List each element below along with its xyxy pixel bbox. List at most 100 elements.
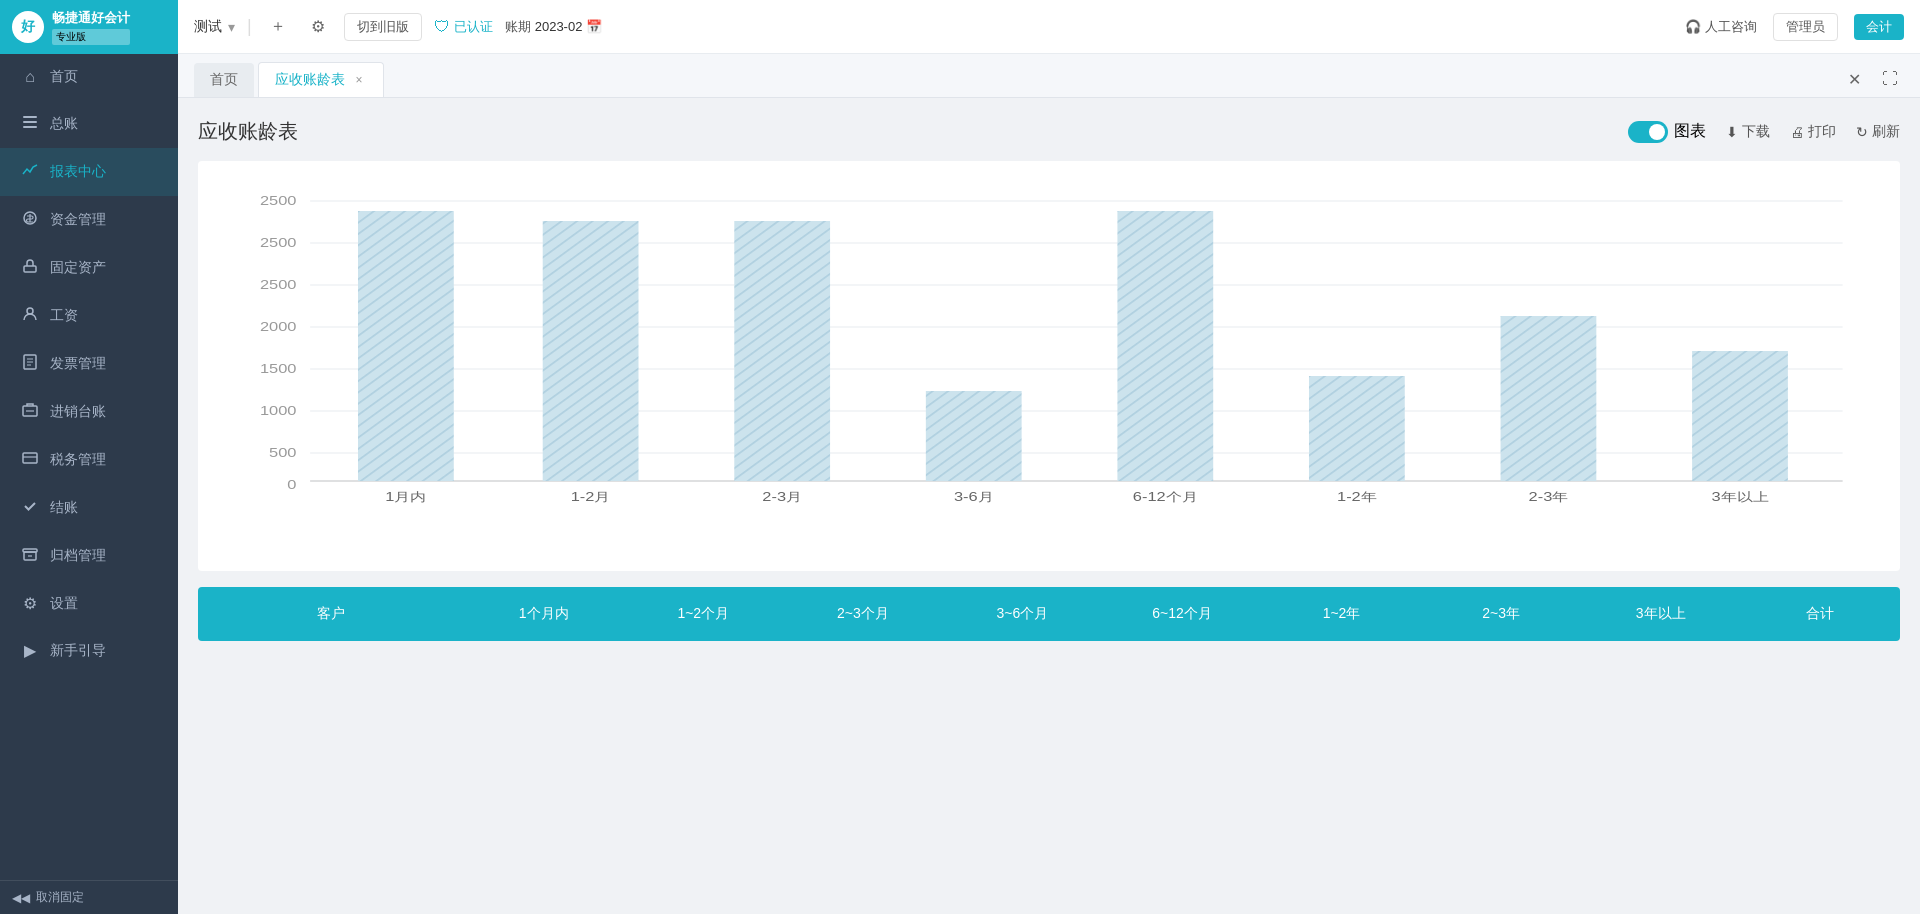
svg-text:2-3月: 2-3月 [762,490,802,503]
invoice-icon [20,354,40,374]
svg-text:2-3年: 2-3年 [1529,490,1569,503]
close-window-button[interactable]: ✕ [1840,65,1868,93]
col-header-1m: 1个月内 [464,587,624,641]
settings-gear-button[interactable]: ⚙ [304,13,332,41]
refresh-button[interactable]: ↻ 刷新 [1856,123,1900,141]
svg-text:1500: 1500 [260,362,297,375]
certified-badge: 🛡 已认证 [434,18,493,36]
download-icon: ⬇ [1726,124,1738,140]
sidebar-logo: 好 畅捷通好会计 专业版 [0,0,178,54]
svg-text:1000: 1000 [260,404,297,417]
logo-icon: 好 [12,11,44,43]
sidebar-item-settle[interactable]: 结账 [0,484,178,532]
content-area: 应收账龄表 图表 ⬇ 下载 🖨 打印 ↻ 刷新 [178,98,1920,914]
svg-rect-8 [23,453,37,463]
tax-icon [20,450,40,470]
svg-point-5 [27,308,33,314]
salary-icon [20,306,40,326]
col-header-2-3y: 2~3年 [1421,587,1581,641]
svg-text:3年以上: 3年以上 [1711,490,1768,503]
svg-rect-0 [23,116,37,118]
print-icon: 🖨 [1790,124,1804,140]
guide-icon: ▶ [20,641,40,660]
refresh-icon: ↻ [1856,124,1868,140]
svg-text:2500: 2500 [260,236,297,249]
add-module-button[interactable]: ＋ [264,13,292,41]
sidebar-item-finance[interactable]: 资金管理 [0,196,178,244]
sidebar-item-guide[interactable]: ▶ 新手引导 [0,627,178,674]
bar-3-6月 [926,391,1022,481]
sidebar-item-settings[interactable]: ⚙ 设置 [0,580,178,627]
col-header-2-3m: 2~3个月 [783,587,943,641]
bar-2-3月 [734,221,830,481]
sidebar-item-archive[interactable]: 归档管理 [0,532,178,580]
shield-icon: 🛡 [434,18,450,36]
sidebar-item-invoice[interactable]: 发票管理 [0,340,178,388]
role-button[interactable]: 会计 [1854,14,1904,40]
download-button[interactable]: ⬇ 下载 [1726,123,1770,141]
switch-version-button[interactable]: 切到旧版 [344,13,422,41]
svg-text:2500: 2500 [260,194,297,207]
svg-text:1月内: 1月内 [385,490,426,503]
page-title: 应收账龄表 [198,118,298,145]
bar-chart: 2500 2500 2500 2000 1500 1000 500 0 [228,181,1870,541]
headset-icon: 🎧 [1685,19,1701,34]
chart-toggle-switch[interactable] [1628,121,1668,143]
col-header-3y+: 3年以上 [1581,587,1741,641]
sidebar-item-salary[interactable]: 工资 [0,292,178,340]
svg-rect-1 [23,121,37,123]
settle-icon [20,498,40,518]
tab-home[interactable]: 首页 [194,63,254,97]
sidebar-item-tax[interactable]: 税务管理 [0,436,178,484]
logo-text: 畅捷通好会计 专业版 [52,9,130,45]
sidebar-item-reports[interactable]: 报表中心 [0,148,178,196]
topbar: 测试 ▾ | ＋ ⚙ 切到旧版 🛡 已认证 账期 2023-02 📅 🎧 人工咨… [178,0,1920,54]
reports-icon [20,162,40,182]
period-info: 账期 2023-02 📅 [505,18,603,36]
sidebar-item-assets[interactable]: 固定资产 [0,244,178,292]
user-button[interactable]: 管理员 [1773,13,1838,41]
home-icon: ⌂ [20,68,40,86]
svg-text:2000: 2000 [260,320,297,333]
svg-text:3-6月: 3-6月 [954,490,994,503]
bar-1-2月 [543,221,639,481]
module-selector[interactable]: 测试 ▾ [194,18,235,36]
bar-6-12月 [1117,211,1213,481]
pin-icon: ◀◀ [12,891,30,905]
tab-close-button[interactable]: × [351,72,367,88]
col-header-1-2y: 1~2年 [1262,587,1422,641]
archive-icon [20,546,40,566]
service-button[interactable]: 🎧 人工咨询 [1685,18,1757,36]
ledger-icon [20,114,40,134]
bar-1月内 [358,211,454,481]
sidebar-nav: ⌂ 首页 总账 报表中心 资金管理 固定资产 [0,54,178,880]
tab-receivable-aging[interactable]: 应收账龄表 × [258,62,384,97]
expand-window-button[interactable]: ⛶ [1876,65,1904,93]
page-header: 应收账龄表 图表 ⬇ 下载 🖨 打印 ↻ 刷新 [198,118,1900,145]
sidebar-pin-button[interactable]: ◀◀ 取消固定 [0,880,178,914]
chart-toggle[interactable]: 图表 [1628,121,1706,143]
svg-text:0: 0 [287,478,296,491]
calendar-icon[interactable]: 📅 [586,19,602,34]
sidebar-item-inventory[interactable]: 进销台账 [0,388,178,436]
chart-svg: 2500 2500 2500 2000 1500 1000 500 0 [228,181,1870,541]
bar-1-2年 [1309,376,1405,481]
chart-area: 2500 2500 2500 2000 1500 1000 500 0 [198,161,1900,571]
svg-text:6-12个月: 6-12个月 [1133,490,1198,503]
tabs-bar-right: ✕ ⛶ [1840,65,1904,97]
col-header-1-2m: 1~2个月 [624,587,784,641]
svg-text:1-2年: 1-2年 [1337,490,1377,503]
table-area: 客户 1个月内 1~2个月 2~3个月 3~6个月 6~12个月 1~2年 2~… [198,587,1900,641]
chevron-down-icon: ▾ [228,19,235,35]
table-header: 客户 1个月内 1~2个月 2~3个月 3~6个月 6~12个月 1~2年 2~… [198,587,1900,641]
svg-text:1-2月: 1-2月 [571,490,611,503]
sidebar-item-home[interactable]: ⌂ 首页 [0,54,178,100]
col-header-customer: 客户 [198,587,464,641]
finance-icon [20,210,40,230]
inventory-icon [20,402,40,422]
col-header-6-12m: 6~12个月 [1102,587,1262,641]
print-button[interactable]: 🖨 打印 [1790,123,1836,141]
sidebar-item-ledger[interactable]: 总账 [0,100,178,148]
sidebar: 好 畅捷通好会计 专业版 ⌂ 首页 总账 报表中心 资金管理 [0,0,178,914]
svg-rect-4 [24,266,36,272]
